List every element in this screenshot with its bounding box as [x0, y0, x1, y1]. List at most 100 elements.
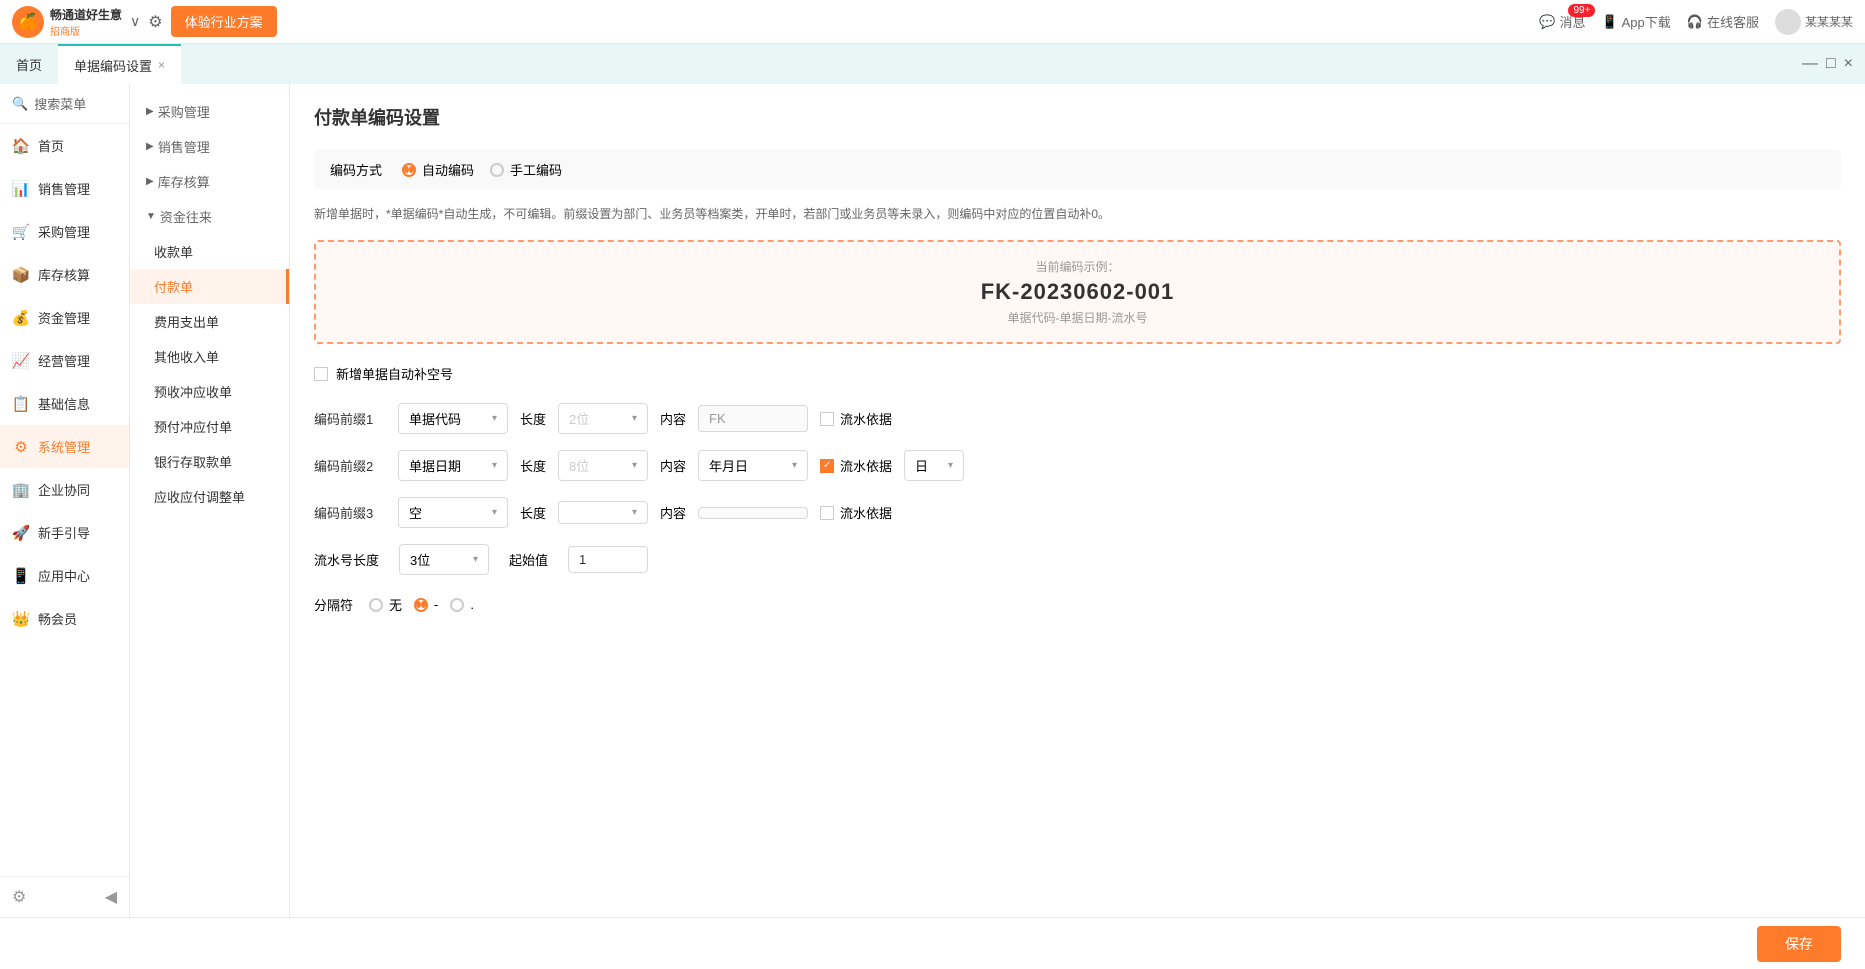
service-icon: 🎧 — [1687, 14, 1703, 30]
save-button[interactable]: 保存 — [1757, 926, 1841, 962]
prefix2-length-label: 长度 — [520, 456, 546, 475]
separator-radios: 无 - . — [369, 595, 474, 614]
window-maximize-icon[interactable]: □ — [1826, 55, 1836, 73]
prefix2-length-chevron: ▾ — [632, 460, 637, 471]
sub-menu-item-income[interactable]: 其他收入单 — [130, 339, 289, 374]
prefix3-chevron: ▾ — [492, 507, 497, 518]
sidebar-item-sales[interactable]: 📊 销售管理 — [0, 167, 129, 210]
sidebar-item-member[interactable]: 👑 畅会员 — [0, 597, 129, 640]
prefix1-row: 编码前缀1 单据代码 ▾ 长度 2位 ▾ 内容 FK 流水依据 — [314, 403, 1841, 434]
prefix2-stream-unit-select[interactable]: 日 ▾ — [904, 450, 964, 481]
search-menu[interactable]: 🔍 搜索菜单 — [0, 84, 129, 124]
prefix2-content-chevron: ▾ — [792, 460, 797, 471]
top-bar-left: 🍊 畅通道好生意 招商版 ∨ ⚙ 体验行业方案 — [12, 6, 277, 38]
serial-start-input[interactable]: 1 — [568, 546, 648, 573]
auto-encode-radio[interactable]: 自动编码 — [402, 160, 474, 179]
sidebar-item-operation[interactable]: 📈 经营管理 — [0, 339, 129, 382]
prefix2-chevron: ▾ — [492, 460, 497, 471]
message-icon: 💬 — [1539, 14, 1555, 30]
online-service-link[interactable]: 🎧 在线客服 — [1687, 12, 1759, 31]
prefix3-content-label: 内容 — [660, 503, 686, 522]
top-bar-right: 💬 消息 99+ 📱 App下载 🎧 在线客服 某某某某 — [1539, 9, 1853, 35]
tab-close-icon[interactable]: × — [158, 58, 165, 72]
prefix1-select[interactable]: 单据代码 ▾ — [398, 403, 508, 434]
sub-menu-header-capital[interactable]: ▼ 资金往来 — [130, 199, 289, 234]
tab-encode-setting[interactable]: 单据编码设置 × — [58, 44, 181, 84]
sidebar-item-guide[interactable]: 🚀 新手引导 — [0, 511, 129, 554]
sub-menu-header-stock[interactable]: ▶ 库存核算 — [130, 164, 289, 199]
sub-menu-item-receipt[interactable]: 收款单 — [130, 234, 289, 269]
prefix3-length-chevron: ▾ — [632, 507, 637, 518]
prefix1-stream-cb[interactable] — [820, 412, 834, 426]
manual-encode-radio[interactable]: 手工编码 — [490, 160, 562, 179]
sep-none-radio[interactable]: 无 — [369, 595, 402, 614]
window-minimize-icon[interactable]: — — [1802, 55, 1818, 73]
app-download-link[interactable]: 📱 App下载 — [1601, 12, 1670, 31]
prefix3-select[interactable]: 空 ▾ — [398, 497, 508, 528]
sidebar-item-basic[interactable]: 📋 基础信息 — [0, 382, 129, 425]
prefix3-row: 编码前缀3 空 ▾ 长度 ▾ 内容 流水依据 — [314, 497, 1841, 528]
encode-method-label: 编码方式 — [330, 160, 382, 179]
sep-dash-radio[interactable]: - — [414, 597, 438, 612]
sep-dot-radio[interactable]: . — [450, 597, 474, 612]
auto-fill-row: 新增单据自动补空号 — [314, 364, 1841, 383]
prefix3-length-select[interactable]: ▾ — [558, 501, 648, 524]
sidebar-settings-icon[interactable]: ⚙ — [12, 887, 26, 907]
window-close-icon[interactable]: × — [1844, 55, 1853, 73]
nav-dropdown-arrow[interactable]: ∨ — [130, 13, 140, 30]
sub-menu-group-sales: ▶ 销售管理 — [130, 129, 289, 164]
sub-menu-header-sales[interactable]: ▶ 销售管理 — [130, 129, 289, 164]
chevron-down-icon: ▼ — [146, 211, 156, 222]
sidebar-item-stock[interactable]: 📦 库存核算 — [0, 253, 129, 296]
tab-bar: 首页 单据编码设置 × — □ × — [0, 44, 1865, 84]
sidebar-item-system[interactable]: ⚙ 系统管理 — [0, 425, 129, 468]
chevron-right-icon: ▶ — [146, 106, 154, 117]
sidebar-item-apps[interactable]: 📱 应用中心 — [0, 554, 129, 597]
logo-icon: 🍊 — [12, 6, 44, 38]
tab-home[interactable]: 首页 — [0, 44, 58, 84]
sub-menu-header-purchase[interactable]: ▶ 采购管理 — [130, 94, 289, 129]
sep-dash-dot — [414, 598, 428, 612]
sidebar-item-finance[interactable]: 💰 资金管理 — [0, 296, 129, 339]
prefix2-content-select[interactable]: 年月日 ▾ — [698, 450, 808, 481]
system-icon: ⚙ — [12, 438, 30, 456]
sales-icon: 📊 — [12, 180, 30, 198]
sub-menu-item-prepay-recv[interactable]: 预收冲应收单 — [130, 374, 289, 409]
settings-icon[interactable]: ⚙ — [148, 12, 162, 32]
prefix2-stream-cb[interactable]: ✓ — [820, 459, 834, 473]
prefix2-length-select[interactable]: 8位 ▾ — [558, 450, 648, 481]
serial-start-label: 起始值 — [509, 550, 548, 569]
guide-icon: 🚀 — [12, 524, 30, 542]
logo-area: 🍊 畅通道好生意 招商版 — [12, 6, 122, 38]
tab-encode-setting-label: 单据编码设置 — [74, 56, 152, 75]
prefix2-stream-checkbox[interactable]: ✓ 流水依据 — [820, 456, 892, 475]
prefix1-stream-checkbox[interactable]: 流水依据 — [820, 409, 892, 428]
prefix3-stream-checkbox[interactable]: 流水依据 — [820, 503, 892, 522]
prefix1-label: 编码前缀1 — [314, 409, 386, 428]
sub-menu-item-expense[interactable]: 费用支出单 — [130, 304, 289, 339]
operation-icon: 📈 — [12, 352, 30, 370]
sidebar-item-purchase[interactable]: 🛒 采购管理 — [0, 210, 129, 253]
user-avatar[interactable]: 某某某某 — [1775, 9, 1853, 35]
auto-fill-checkbox[interactable] — [314, 367, 328, 381]
trial-button[interactable]: 体验行业方案 — [171, 6, 277, 37]
sidebar-item-home[interactable]: 🏠 首页 — [0, 124, 129, 167]
sep-none-dot — [369, 598, 383, 612]
serial-length-select[interactable]: 3位 ▾ — [399, 544, 489, 575]
sidebar-item-enterprise[interactable]: 🏢 企业协同 — [0, 468, 129, 511]
sub-sidebar: ▶ 采购管理 ▶ 销售管理 ▶ 库存核算 ▼ 资金往来 — [130, 84, 290, 917]
prefix1-content-input: FK — [698, 405, 808, 432]
sub-menu-item-adjust[interactable]: 应收应付调整单 — [130, 479, 289, 514]
sub-menu-item-payment[interactable]: 付款单 — [130, 269, 289, 304]
sub-menu-item-bank[interactable]: 银行存取款单 — [130, 444, 289, 479]
message-badge[interactable]: 💬 消息 99+ — [1539, 12, 1585, 31]
code-preview: 当前编码示例： FK-20230602-001 单据代码-单据日期-流水号 — [314, 240, 1841, 344]
prefix3-stream-cb[interactable] — [820, 506, 834, 520]
sub-menu-item-prepay-pay[interactable]: 预付冲应付单 — [130, 409, 289, 444]
apps-icon: 📱 — [12, 567, 30, 585]
prefix1-length-select[interactable]: 2位 ▾ — [558, 403, 648, 434]
tab-home-label: 首页 — [16, 55, 42, 74]
code-preview-sub: 单据代码-单据日期-流水号 — [340, 309, 1815, 326]
prefix2-select[interactable]: 单据日期 ▾ — [398, 450, 508, 481]
sidebar-collapse-icon[interactable]: ◀ — [105, 887, 117, 907]
